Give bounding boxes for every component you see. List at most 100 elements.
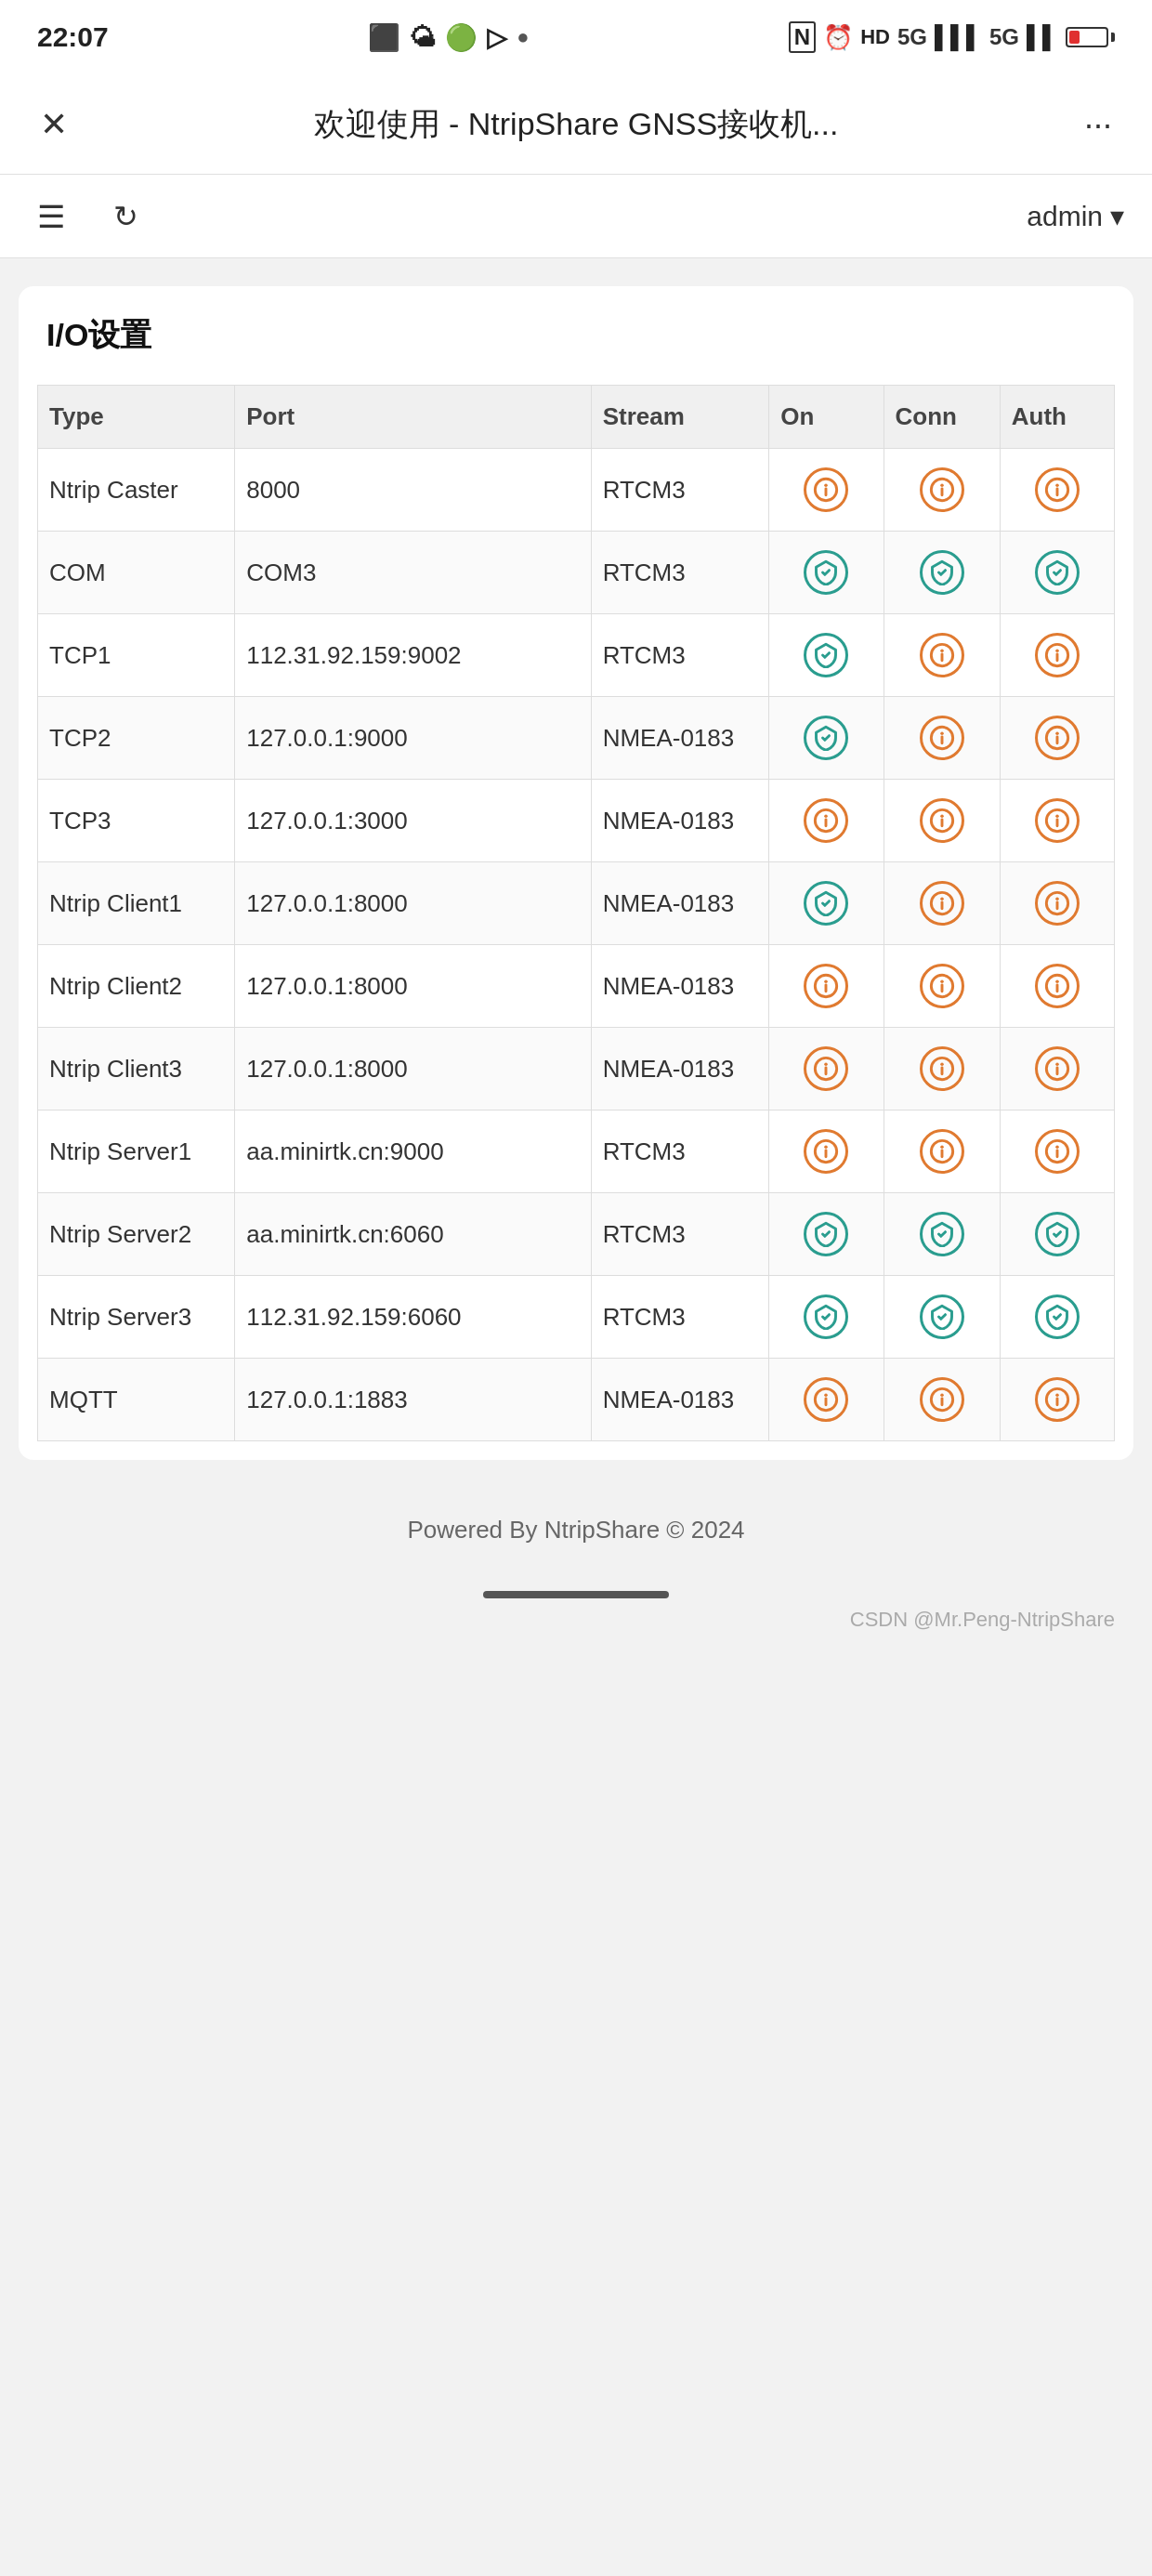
scroll-bar-indicator[interactable] (483, 1591, 669, 1598)
cell-stream: RTCM3 (591, 1193, 769, 1276)
cell-conn[interactable] (884, 862, 1000, 945)
cell-type: COM (38, 532, 235, 614)
cell-auth[interactable] (1000, 697, 1114, 780)
cell-on[interactable] (769, 1111, 884, 1193)
table-row[interactable]: Ntrip Client1127.0.0.1:8000NMEA-0183 (38, 862, 1115, 945)
watermark: CSDN @Mr.Peng-NtripShare (19, 1608, 1133, 1650)
cell-conn[interactable] (884, 614, 1000, 697)
cell-on[interactable] (769, 614, 884, 697)
admin-menu-button[interactable]: admin ▾ (1027, 200, 1124, 232)
info-icon (1035, 633, 1080, 677)
info-icon (804, 1129, 848, 1174)
secondary-nav: ☰ ↻ admin ▾ (0, 175, 1152, 258)
cell-stream: RTCM3 (591, 1111, 769, 1193)
cell-type: Ntrip Client1 (38, 862, 235, 945)
cell-conn[interactable] (884, 1359, 1000, 1441)
cell-auth[interactable] (1000, 945, 1114, 1028)
col-header-auth: Auth (1000, 386, 1114, 449)
cell-port: 112.31.92.159:9002 (235, 614, 591, 697)
signal-bars-icon: ▌▌▌ (935, 24, 982, 50)
cell-auth[interactable] (1000, 449, 1114, 532)
admin-label: admin (1027, 201, 1103, 232)
cell-on[interactable] (769, 1276, 884, 1359)
nfc-icon: N (789, 21, 816, 53)
signal-5g-icon: 5G (897, 24, 927, 50)
cell-stream: RTCM3 (591, 449, 769, 532)
cell-auth[interactable] (1000, 1028, 1114, 1111)
cell-conn[interactable] (884, 532, 1000, 614)
cell-auth[interactable] (1000, 862, 1114, 945)
table-row[interactable]: TCP2127.0.0.1:9000NMEA-0183 (38, 697, 1115, 780)
cell-on[interactable] (769, 697, 884, 780)
info-icon (920, 1129, 964, 1174)
shield-check-icon (1035, 550, 1080, 595)
cell-conn[interactable] (884, 1028, 1000, 1111)
cell-auth[interactable] (1000, 532, 1114, 614)
table-row[interactable]: Ntrip Caster8000RTCM3 (38, 449, 1115, 532)
table-row[interactable]: TCP3127.0.0.1:3000NMEA-0183 (38, 780, 1115, 862)
cell-on[interactable] (769, 862, 884, 945)
cell-type: TCP3 (38, 780, 235, 862)
cell-stream: RTCM3 (591, 532, 769, 614)
cell-on[interactable] (769, 945, 884, 1028)
cell-on[interactable] (769, 532, 884, 614)
cell-conn[interactable] (884, 449, 1000, 532)
cell-auth[interactable] (1000, 1193, 1114, 1276)
cell-conn[interactable] (884, 945, 1000, 1028)
table-row[interactable]: Ntrip Client3127.0.0.1:8000NMEA-0183 (38, 1028, 1115, 1111)
status-time: 22:07 (37, 21, 109, 53)
col-header-port: Port (235, 386, 591, 449)
cell-conn[interactable] (884, 1111, 1000, 1193)
shield-check-icon (920, 550, 964, 595)
cell-on[interactable] (769, 449, 884, 532)
shield-check-icon (920, 1295, 964, 1339)
info-icon (804, 1046, 848, 1091)
hamburger-menu-button[interactable]: ☰ (28, 193, 74, 240)
cell-on[interactable] (769, 1028, 884, 1111)
status-icons: ⬛ 🌤 🟢 ▷ ● (368, 22, 529, 53)
shield-check-icon (804, 633, 848, 677)
close-button[interactable]: ✕ (28, 99, 80, 151)
refresh-button[interactable]: ↻ (102, 193, 149, 240)
cell-port: COM3 (235, 532, 591, 614)
cell-port: 127.0.0.1:1883 (235, 1359, 591, 1441)
info-icon (1035, 881, 1080, 926)
cell-port: 112.31.92.159:6060 (235, 1276, 591, 1359)
table-row[interactable]: MQTT127.0.0.1:1883NMEA-0183 (38, 1359, 1115, 1441)
signal-bars-2-icon: ▌▌ (1027, 24, 1058, 50)
info-icon (920, 1046, 964, 1091)
col-header-conn: Conn (884, 386, 1000, 449)
info-icon (1035, 1377, 1080, 1422)
cell-auth[interactable] (1000, 1276, 1114, 1359)
cell-auth[interactable] (1000, 614, 1114, 697)
shield-check-icon (920, 1212, 964, 1256)
cell-conn[interactable] (884, 1193, 1000, 1276)
table-row[interactable]: Ntrip Client2127.0.0.1:8000NMEA-0183 (38, 945, 1115, 1028)
info-icon (920, 881, 964, 926)
table-row[interactable]: TCP1112.31.92.159:9002RTCM3 (38, 614, 1115, 697)
more-options-button[interactable]: ··· (1072, 99, 1124, 151)
page-title: 欢迎使用 - NtripShare GNSS接收机... (98, 103, 1054, 146)
chevron-down-icon: ▾ (1110, 200, 1124, 232)
table-row[interactable]: Ntrip Server3112.31.92.159:6060RTCM3 (38, 1276, 1115, 1359)
cell-on[interactable] (769, 780, 884, 862)
cell-conn[interactable] (884, 780, 1000, 862)
cell-on[interactable] (769, 1193, 884, 1276)
cell-port: 127.0.0.1:8000 (235, 1028, 591, 1111)
cell-conn[interactable] (884, 1276, 1000, 1359)
cell-auth[interactable] (1000, 1359, 1114, 1441)
table-row[interactable]: Ntrip Server1aa.minirtk.cn:9000RTCM3 (38, 1111, 1115, 1193)
table-header-row: Type Port Stream On Conn Auth (38, 386, 1115, 449)
cell-conn[interactable] (884, 697, 1000, 780)
cell-auth[interactable] (1000, 780, 1114, 862)
table-row[interactable]: Ntrip Server2aa.minirtk.cn:6060RTCM3 (38, 1193, 1115, 1276)
alarm-icon: ⏰ (823, 23, 853, 52)
cell-on[interactable] (769, 1359, 884, 1441)
cell-auth[interactable] (1000, 1111, 1114, 1193)
weather-icon: 🌤 (410, 22, 436, 53)
app-icon-3: 🟢 (445, 22, 478, 53)
cell-stream: RTCM3 (591, 1276, 769, 1359)
cell-stream: NMEA-0183 (591, 697, 769, 780)
shield-check-icon (1035, 1295, 1080, 1339)
table-row[interactable]: COMCOM3RTCM3 (38, 532, 1115, 614)
